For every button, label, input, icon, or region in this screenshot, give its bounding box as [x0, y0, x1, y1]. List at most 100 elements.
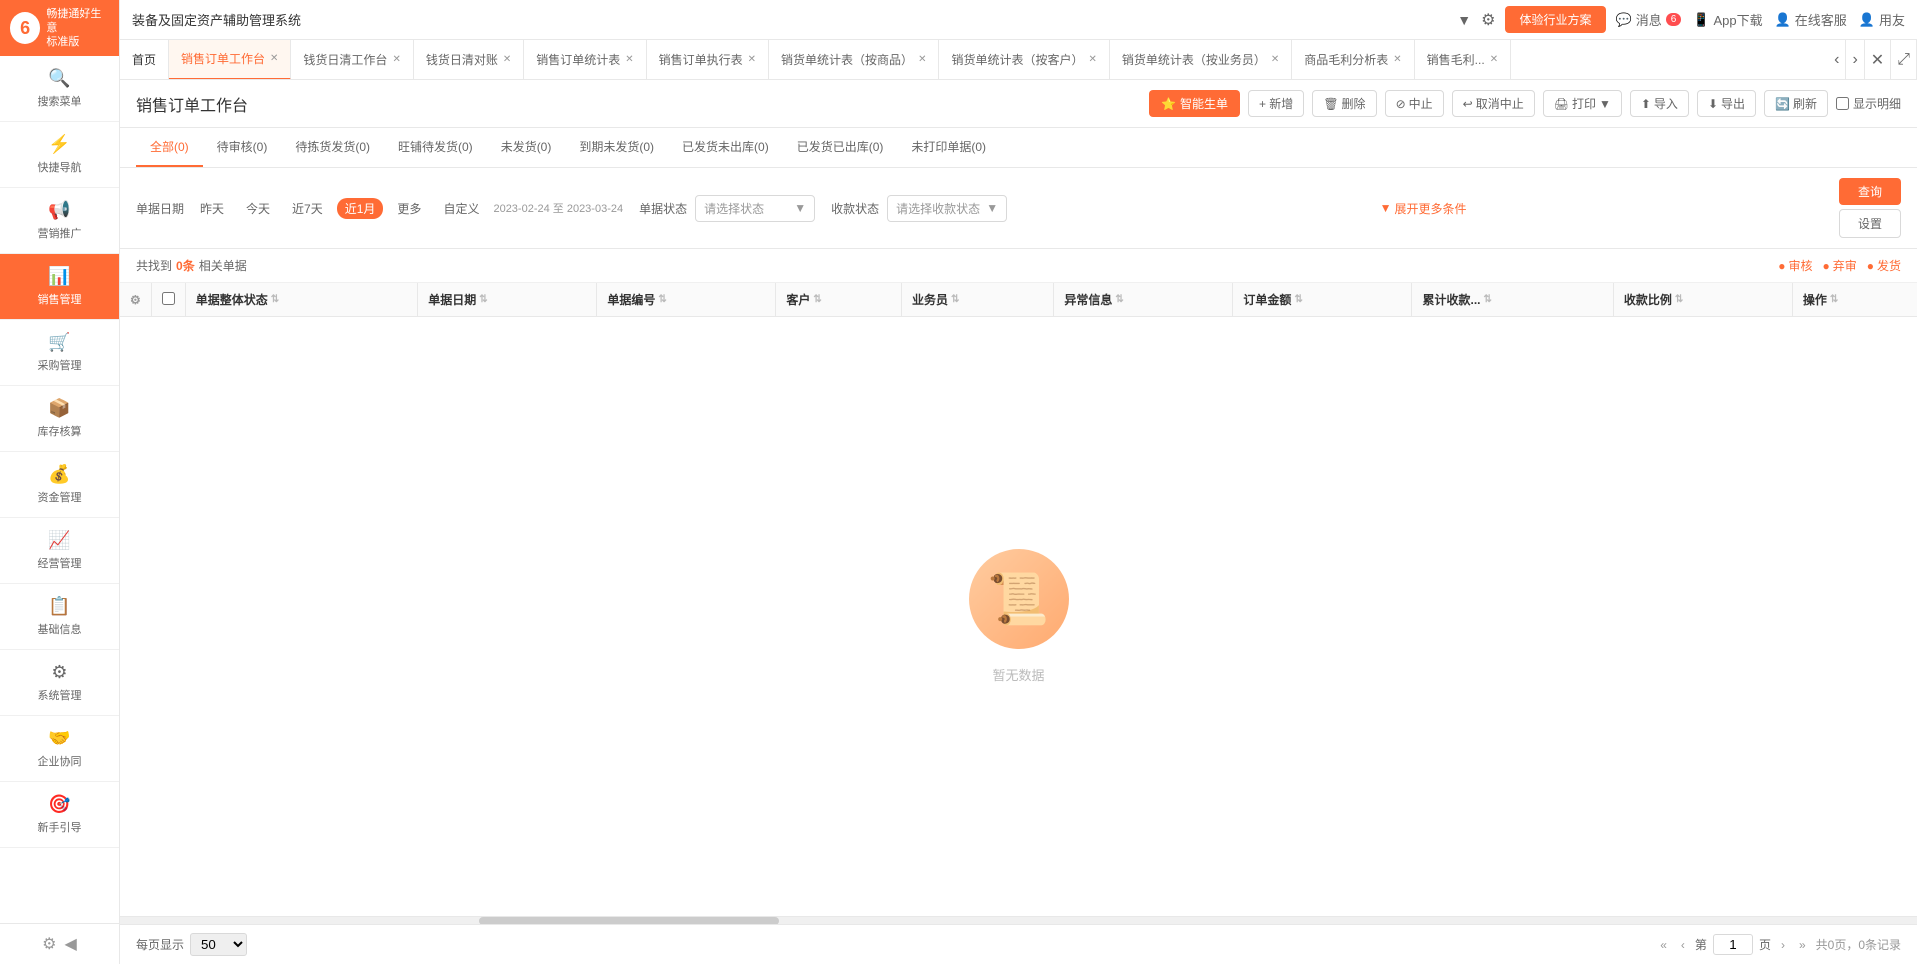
filter-tab-6[interactable]: 已发货未出库(0)	[668, 128, 783, 167]
sidebar-item-8[interactable]: 📋基础信息	[0, 584, 119, 650]
tab-close-2[interactable]: ✕	[392, 54, 400, 65]
filter-tab-8[interactable]: 未打印单据(0)	[897, 128, 1000, 167]
sidebar-item-9[interactable]: ⚙系统管理	[0, 650, 119, 716]
filter-tab-1[interactable]: 待审核(0)	[203, 128, 282, 167]
sidebar-item-6[interactable]: 💰资金管理	[0, 452, 119, 518]
cancel-stop-button[interactable]: ↩ 取消中止	[1452, 90, 1535, 117]
import-button[interactable]: ⬆ 导入	[1630, 90, 1689, 117]
expand-conditions-btn[interactable]: ▼ 展开更多条件	[1380, 200, 1467, 217]
select-all-checkbox[interactable]	[162, 292, 175, 305]
sidebar-item-11[interactable]: 🎯新手引导	[0, 782, 119, 848]
tab-close-1[interactable]: ✕	[270, 53, 278, 64]
tab-close-3[interactable]: ✕	[503, 54, 511, 65]
online-service-btn[interactable]: 👤 在线客服	[1775, 10, 1847, 29]
col-checkbox[interactable]	[151, 283, 185, 317]
col-header-1[interactable]: 单据日期⇅	[418, 283, 597, 317]
tab-close-6[interactable]: ✕	[918, 54, 926, 65]
col-header-3[interactable]: 客户⇅	[776, 283, 902, 317]
tab-0[interactable]: 首页	[120, 40, 169, 80]
set-button[interactable]: 设置	[1839, 209, 1901, 238]
date-chip-0[interactable]: 昨天	[192, 198, 232, 219]
sidebar-item-10[interactable]: 🤝企业协同	[0, 716, 119, 782]
user-btn[interactable]: 👤 用友	[1859, 10, 1905, 29]
tab-prev-btn[interactable]: ‹	[1828, 40, 1846, 80]
sidebar-item-4[interactable]: 🛒采购管理	[0, 320, 119, 386]
print-button[interactable]: 🖨 打印 ▼	[1543, 90, 1622, 117]
tab-close-5[interactable]: ✕	[748, 54, 756, 65]
date-chip-3[interactable]: 近1月	[337, 198, 384, 219]
col-header-4[interactable]: 业务员⇅	[902, 283, 1054, 317]
filter-tab-5[interactable]: 到期未发货(0)	[565, 128, 668, 167]
per-page-select[interactable]: 50 100 200	[190, 933, 247, 956]
col-header-0[interactable]: 单据整体状态⇅	[185, 283, 418, 317]
col-header-6[interactable]: 订单金额⇅	[1233, 283, 1412, 317]
tab-6[interactable]: 销货单统计表（按商品）✕	[769, 40, 939, 80]
col-header-8[interactable]: 收款比例⇅	[1613, 283, 1792, 317]
bulk-btn-1[interactable]: ● 弃审	[1822, 257, 1856, 274]
sidebar-item-1[interactable]: ⚡快捷导航	[0, 122, 119, 188]
first-page-btn[interactable]: «	[1656, 936, 1671, 954]
export-button[interactable]: ⬇ 导出	[1697, 90, 1756, 117]
app-download-btn[interactable]: 📱 App下载	[1693, 10, 1762, 29]
status-select[interactable]: 请选择状态 ▼	[695, 195, 815, 222]
col-header-9[interactable]: 操作⇅	[1792, 283, 1917, 317]
tab-close-4[interactable]: ✕	[625, 54, 633, 65]
date-chip-5[interactable]: 自定义	[435, 198, 487, 219]
settings-bottom-icon[interactable]: ⚙	[42, 934, 56, 954]
show-detail-checkbox[interactable]: 显示明细	[1836, 95, 1901, 112]
col-header-5[interactable]: 异常信息⇅	[1054, 283, 1233, 317]
tab-close-10[interactable]: ✕	[1490, 54, 1498, 65]
tab-4[interactable]: 销售订单统计表✕	[524, 40, 646, 80]
smart-generate-button[interactable]: ⭐ 智能生单	[1149, 90, 1240, 117]
search-button[interactable]: 查询	[1839, 178, 1901, 205]
tab-10[interactable]: 销售毛利...✕	[1415, 40, 1511, 80]
next-page-btn[interactable]: ›	[1777, 936, 1789, 954]
sidebar-item-7[interactable]: 📈经营管理	[0, 518, 119, 584]
collapse-icon[interactable]: ◀	[65, 934, 77, 954]
bulk-btn-0[interactable]: ● 审核	[1778, 257, 1812, 274]
tab-3[interactable]: 钱货日清对账✕	[414, 40, 524, 80]
tab-9[interactable]: 商品毛利分析表✕	[1292, 40, 1414, 80]
col-header-2[interactable]: 单据编号⇅	[597, 283, 776, 317]
date-chip-4[interactable]: 更多	[389, 198, 429, 219]
date-chip-1[interactable]: 今天	[238, 198, 278, 219]
tab-close-7[interactable]: ✕	[1088, 54, 1096, 65]
date-chip-2[interactable]: 近7天	[284, 198, 331, 219]
prev-page-btn[interactable]: ‹	[1677, 936, 1689, 954]
filter-tab-3[interactable]: 旺铺待发货(0)	[384, 128, 487, 167]
bulk-btn-2[interactable]: ● 发货	[1867, 257, 1901, 274]
col-settings-icon[interactable]: ⚙	[130, 293, 141, 307]
tab-next-btn[interactable]: ›	[1846, 40, 1864, 80]
last-page-btn[interactable]: »	[1795, 936, 1810, 954]
filter-tab-4[interactable]: 未发货(0)	[487, 128, 566, 167]
sidebar-item-2[interactable]: 📢营销推广	[0, 188, 119, 254]
sidebar-item-3[interactable]: 📊销售管理	[0, 254, 119, 320]
header-settings-icon[interactable]: ⚙	[1481, 10, 1495, 30]
add-button[interactable]: + 新增	[1248, 90, 1304, 117]
sidebar-item-5[interactable]: 📦库存核算	[0, 386, 119, 452]
col-header-7[interactable]: 累计收款...⇅	[1412, 283, 1613, 317]
tab-maximize-btn[interactable]: ⤢	[1891, 40, 1917, 80]
tab-close-all-btn[interactable]: ✕	[1865, 40, 1891, 80]
sidebar-item-0[interactable]: 🔍搜索菜单	[0, 56, 119, 122]
filter-tab-0[interactable]: 全部(0)	[136, 128, 203, 167]
filter-tab-2[interactable]: 待拣货发货(0)	[281, 128, 384, 167]
tab-5[interactable]: 销售订单执行表✕	[647, 40, 769, 80]
delete-button[interactable]: 🗑 删除	[1312, 90, 1376, 117]
solution-button[interactable]: 体验行业方案	[1505, 6, 1605, 33]
tab-close-9[interactable]: ✕	[1393, 54, 1401, 65]
system-title-arrow[interactable]: ▼	[1457, 12, 1471, 28]
message-btn[interactable]: 💬 消息 6	[1616, 10, 1682, 29]
tab-close-8[interactable]: ✕	[1271, 54, 1279, 65]
filter-tab-7[interactable]: 已发货已出库(0)	[783, 128, 898, 167]
tab-8[interactable]: 销货单统计表（按业务员）✕	[1110, 40, 1292, 80]
tab-2[interactable]: 钱货日清工作台✕	[291, 40, 413, 80]
horizontal-scrollbar[interactable]	[120, 916, 1917, 924]
tab-1[interactable]: 销售订单工作台✕	[169, 40, 291, 80]
page-number-input[interactable]	[1713, 934, 1753, 955]
tab-7[interactable]: 销货单统计表（按客户）✕	[939, 40, 1109, 80]
stop-button[interactable]: ⊘ 中止	[1385, 90, 1444, 117]
collect-select[interactable]: 请选择收款状态 ▼	[887, 195, 1007, 222]
show-detail-input[interactable]	[1836, 97, 1849, 110]
refresh-button[interactable]: 🔄 刷新	[1764, 90, 1828, 117]
